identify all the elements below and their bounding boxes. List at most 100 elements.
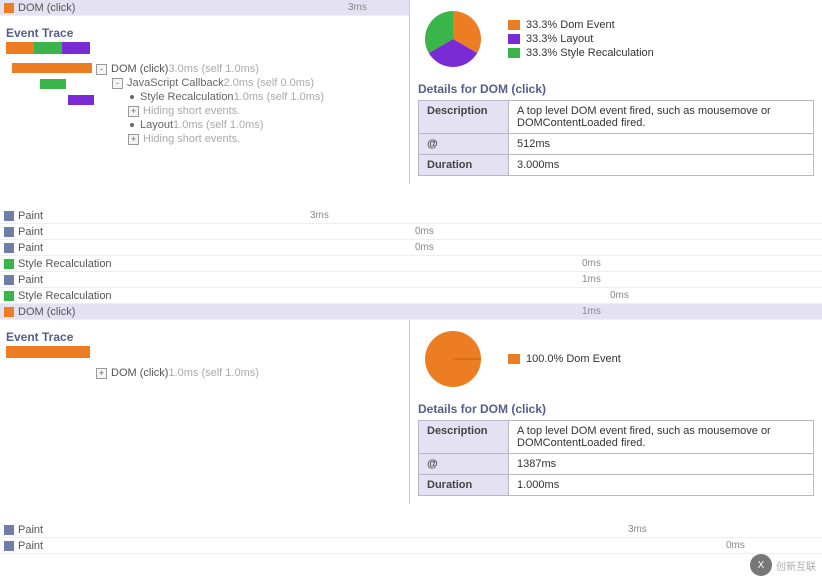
timeline-row[interactable]: DOM (click) 3ms (0, 0, 409, 16)
tree-label: Hiding short events. (143, 133, 240, 145)
watermark: X 创新互联 (750, 554, 816, 576)
tree-row[interactable]: -JavaScript Callback 2.0ms (self 0.0ms) (96, 76, 405, 90)
expand-icon[interactable]: + (96, 368, 107, 379)
pie-chart-2 (418, 324, 488, 394)
legend-label: 100.0% Dom Event (526, 353, 621, 365)
mini-bars-1 (6, 60, 92, 108)
timeline-row[interactable]: Paint 3ms (0, 208, 822, 224)
timeline-row[interactable]: Paint3ms (0, 522, 822, 538)
details-key: @ (419, 454, 509, 475)
row-duration: 3ms (310, 210, 329, 221)
legend-swatch (508, 354, 520, 364)
details-key: @ (419, 134, 509, 155)
row-duration: 0ms (582, 258, 601, 269)
row-label: Style Recalculation (18, 290, 112, 302)
details-key: Description (419, 101, 509, 134)
color-swatch (4, 3, 14, 13)
details-value: 1.000ms (509, 475, 814, 496)
pie-wrap-1: 33.3% Dom Event 33.3% Layout 33.3% Style R… (418, 4, 814, 74)
timeline-row[interactable]: Paint 0ms (0, 240, 822, 256)
pie-wrap-2: 100.0% Dom Event (418, 324, 814, 394)
timeline-row[interactable]: Style Recalculation 0ms (0, 288, 822, 304)
row-label: Paint (18, 210, 43, 222)
row-duration: 3ms (348, 2, 367, 13)
tree-row[interactable]: Layout 1.0ms (self 1.0ms) (96, 118, 405, 132)
color-swatch (4, 307, 14, 317)
details-row: DescriptionA top level DOM event fired, … (419, 101, 814, 134)
color-swatch (4, 259, 14, 269)
tree-row[interactable]: -DOM (click) 3.0ms (self 1.0ms) (96, 62, 405, 76)
details-row: @512ms (419, 134, 814, 155)
legend-swatch (508, 48, 520, 58)
collapse-icon[interactable]: - (96, 64, 107, 75)
timeline-row[interactable]: Paint1ms (0, 272, 822, 288)
watermark-logo-icon: X (750, 554, 772, 576)
timeline-row[interactable]: Style Recalculation0ms (0, 256, 822, 272)
tree-timing: 1.0ms (self 1.0ms) (168, 367, 258, 379)
mini-bar (40, 79, 66, 89)
legend-item: 33.3% Dom Event (508, 19, 654, 31)
row-duration: 1ms (582, 306, 601, 317)
details-value: A top level DOM event fired, such as mou… (509, 421, 814, 454)
timeline-row[interactable]: Paint 0ms (0, 224, 822, 240)
tree-label: DOM (click) (111, 367, 168, 379)
pie-legend-1: 33.3% Dom Event 33.3% Layout 33.3% Style R… (508, 19, 654, 59)
trace-tree-1: -DOM (click) 3.0ms (self 1.0ms)-JavaScri… (92, 60, 409, 154)
tree-row[interactable]: + Hiding short events. (96, 104, 405, 118)
details-key: Duration (419, 475, 509, 496)
collapse-icon[interactable]: - (112, 78, 123, 89)
details-value: 1387ms (509, 454, 814, 475)
color-swatch (4, 541, 14, 551)
color-swatch (4, 275, 14, 285)
details-value: 3.000ms (509, 155, 814, 176)
details-row: DescriptionA top level DOM event fired, … (419, 421, 814, 454)
bullet-icon (130, 95, 134, 99)
row-duration: 0ms (415, 226, 434, 237)
bullet-icon (130, 123, 134, 127)
row-label: Paint (18, 540, 43, 552)
tree-row[interactable]: Style Recalculation 1.0ms (self 1.0ms) (96, 90, 405, 104)
tree-label: Hiding short events. (143, 105, 240, 117)
row-label: Paint (18, 226, 43, 238)
expand-icon[interactable]: + (128, 134, 139, 145)
legend-item: 33.3% Layout (508, 33, 654, 45)
tree-timing: 3.0ms (self 1.0ms) (168, 63, 258, 75)
details-key: Duration (419, 155, 509, 176)
legend-label: 33.3% Style Recalculation (526, 47, 654, 59)
legend-swatch (508, 20, 520, 30)
panel-2: Event Trace +DOM (click) 1.0ms (self 1.0… (0, 320, 822, 504)
row-duration: 0ms (726, 540, 745, 551)
trace-segment (34, 42, 62, 54)
tree-timing: 1.0ms (self 1.0ms) (173, 119, 263, 131)
tree-row[interactable]: + Hiding short events. (96, 132, 405, 146)
panel-3-rows: Paint3ms Paint 0ms (0, 522, 822, 554)
legend-item: 33.3% Style Recalculation (508, 47, 654, 59)
trace-tree-2: + DOM (click) 1.0ms (self 1.0ms) (92, 364, 409, 388)
expand-icon[interactable]: + (128, 106, 139, 117)
timeline-row[interactable]: DOM (click)1ms (0, 304, 822, 320)
watermark-text: 创新互联 (776, 558, 816, 573)
legend-label: 33.3% Dom Event (526, 19, 615, 31)
details-header-2: Details for DOM (click) (418, 402, 814, 416)
details-table-1: DescriptionA top level DOM event fired, … (418, 100, 814, 176)
trace-segment (62, 42, 90, 54)
tree-label: DOM (click) (111, 63, 168, 75)
row-label: DOM (click) (18, 2, 75, 14)
tree-timing: 1.0ms (self 1.0ms) (234, 91, 324, 103)
tree-label: Layout (140, 119, 173, 131)
mini-bar (12, 63, 92, 73)
panel-2-rows-full: Paint3msPaint0msPaint0msStyle Recalculat… (0, 208, 822, 320)
row-label: Paint (18, 242, 43, 254)
timeline-row[interactable]: Paint 0ms (0, 538, 822, 554)
details-value: 512ms (509, 134, 814, 155)
row-duration: 3ms (628, 524, 647, 535)
event-trace-header-1: Event Trace (0, 16, 409, 42)
tree-row[interactable]: + DOM (click) 1.0ms (self 1.0ms) (96, 366, 405, 380)
row-duration: 0ms (610, 290, 629, 301)
legend-swatch (508, 34, 520, 44)
trace-segment (6, 42, 34, 54)
legend-label: 33.3% Layout (526, 33, 593, 45)
row-duration: 0ms (415, 242, 434, 253)
details-key: Description (419, 421, 509, 454)
tree-label: JavaScript Callback (127, 77, 224, 89)
